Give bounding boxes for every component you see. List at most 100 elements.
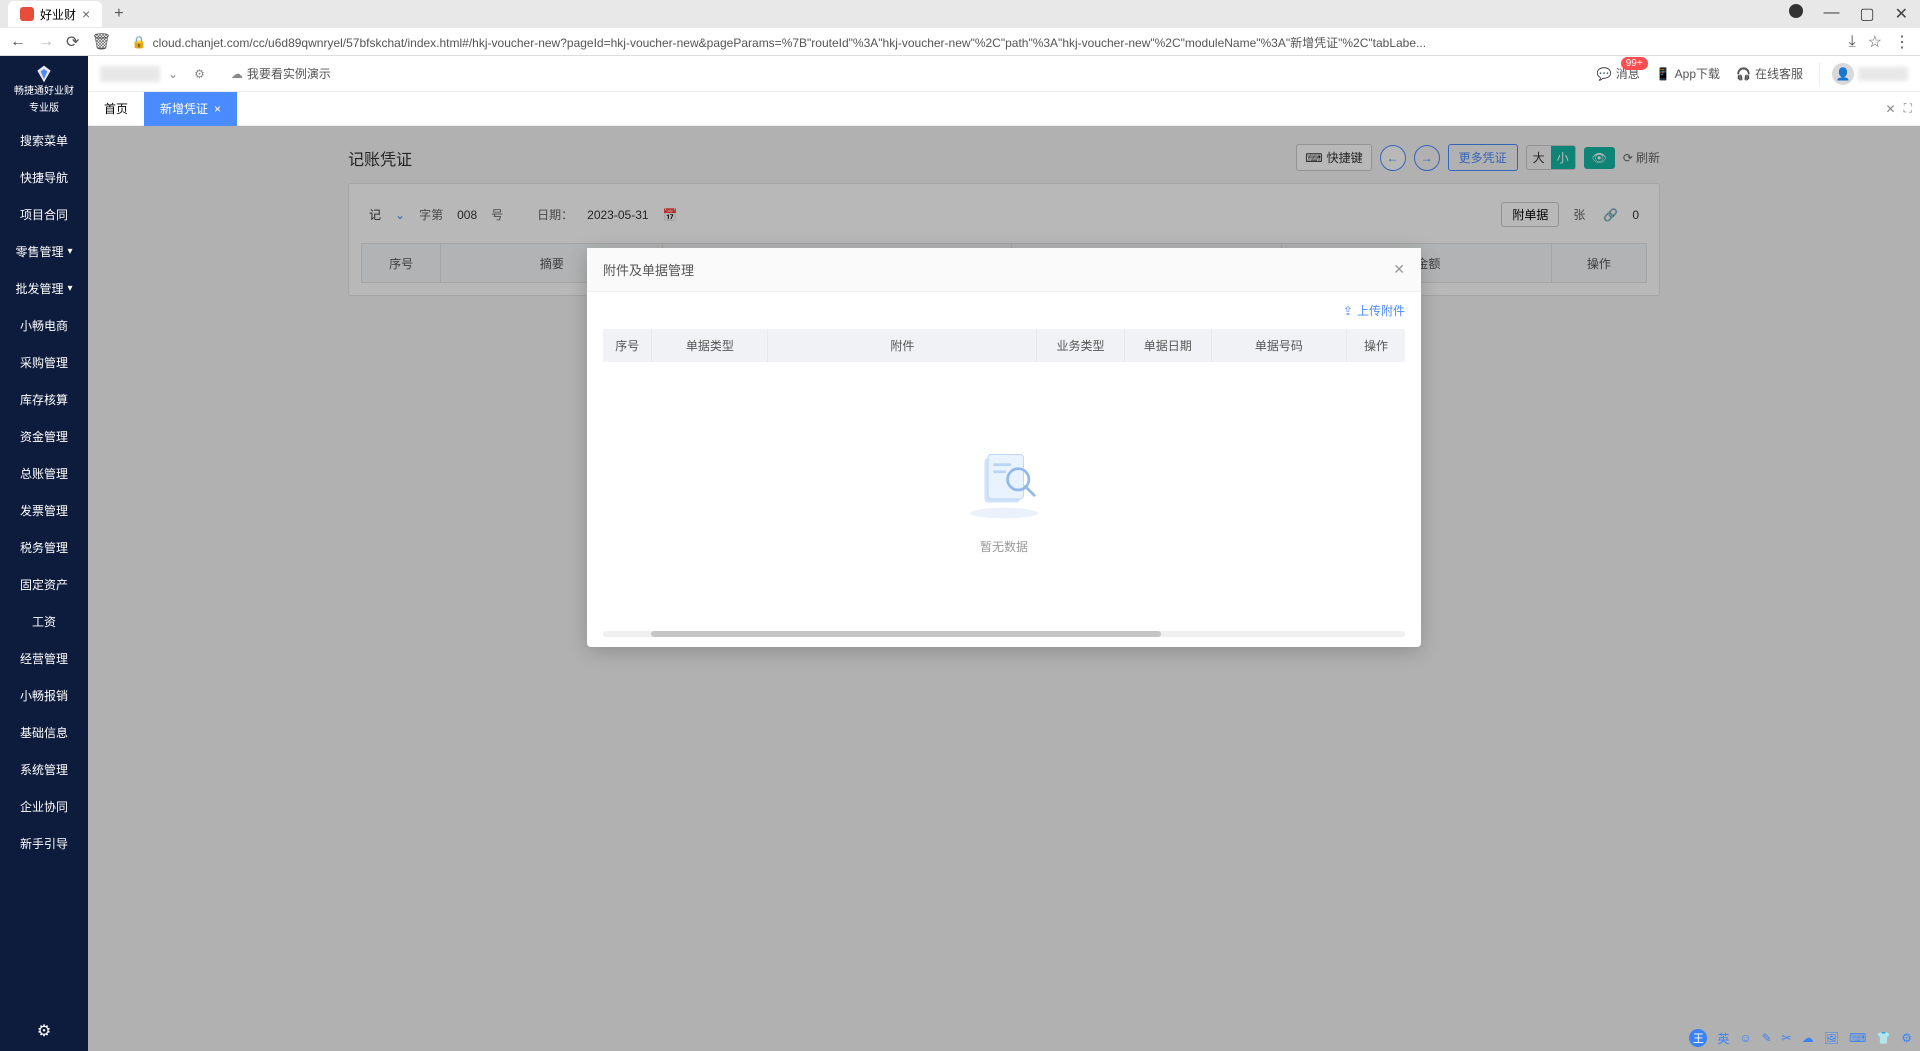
sidebar-item-label: 新手引导 — [20, 835, 68, 852]
scrollbar-thumb[interactable] — [651, 631, 1161, 637]
upload-attachment-button[interactable]: ⇪ 上传附件 — [1343, 302, 1405, 319]
gear-icon[interactable]: ⚙ — [37, 1023, 51, 1040]
ime-keyboard-icon[interactable]: ⌨ — [1849, 1031, 1866, 1045]
message-icon: 💬 — [1597, 67, 1612, 81]
sidebar-item-label: 税务管理 — [20, 539, 68, 556]
sidebar-item-label: 库存核算 — [20, 391, 68, 408]
mcol-attachment: 附件 — [768, 329, 1037, 362]
browser-tab-bar: 好业财 × + — ▢ ✕ — [0, 0, 1920, 28]
sidebar-item-inventory[interactable]: 库存核算 — [0, 381, 88, 418]
star-icon[interactable]: ☆ — [1868, 32, 1882, 52]
sidebar-item-ecommerce[interactable]: 小畅电商 — [0, 307, 88, 344]
sidebar-item-retail[interactable]: 零售管理 ▾ — [0, 233, 88, 270]
sidebar-item-wholesale[interactable]: 批发管理▾ — [0, 270, 88, 307]
tab-close-icon[interactable]: × — [214, 102, 221, 116]
reload-button[interactable]: ⟳ — [66, 32, 79, 52]
back-button[interactable]: ← — [10, 33, 26, 51]
ime-gear-icon[interactable]: ⚙ — [1901, 1031, 1912, 1045]
ime-image-icon[interactable]: 🖼 — [1824, 1031, 1839, 1045]
sidebar-item-label: 采购管理 — [20, 354, 68, 371]
ime-cloud-icon[interactable]: ☁ — [1802, 1031, 1814, 1045]
sidebar-item-funds[interactable]: 资金管理 — [0, 418, 88, 455]
phone-icon: 📱 — [1656, 67, 1671, 81]
sidebar-item-invoice[interactable]: 发票管理 — [0, 492, 88, 529]
sidebar-item-label: 固定资产 — [20, 576, 68, 593]
page-tabs: 首页 新增凭证 × ✕ ⛶ — [88, 92, 1920, 126]
browser-tab[interactable]: 好业财 × — [8, 1, 102, 27]
sidebar-logo: 畅捷通好业财 专业版 — [0, 56, 88, 122]
install-icon[interactable]: ⤓ — [1849, 33, 1856, 51]
gear-icon[interactable]: ⚙ — [194, 67, 205, 81]
sidebar-item-label: 经营管理 — [20, 650, 68, 667]
user-menu[interactable]: 👤 — [1819, 63, 1908, 85]
delete-icon[interactable]: 🗑 — [91, 32, 111, 52]
tab-close-icon[interactable]: × — [82, 6, 90, 22]
sidebar-item-label: 零售管理 — [15, 243, 63, 260]
ime-badge-icon[interactable]: 王 — [1689, 1029, 1707, 1047]
message-button[interactable]: 💬 消息 99+ — [1597, 65, 1640, 82]
sidebar-item-quicknav[interactable]: 快捷导航 — [0, 159, 88, 196]
sidebar-item-assets[interactable]: 固定资产 — [0, 566, 88, 603]
sidebar-item-guide[interactable]: 新手引导 — [0, 825, 88, 862]
ime-edit-icon[interactable]: ✎ — [1762, 1031, 1772, 1045]
sidebar-item-collab[interactable]: 企业协同 — [0, 788, 88, 825]
close-all-icon[interactable]: ✕ — [1886, 102, 1896, 116]
new-tab-button[interactable]: + — [114, 5, 123, 23]
modal-table-wrap: 序号 单据类型 附件 业务类型 单据日期 单据号码 操作 — [587, 329, 1421, 631]
close-icon[interactable]: ✕ — [1895, 4, 1908, 24]
maximize-icon[interactable]: ▢ — [1859, 4, 1874, 24]
empty-text: 暂无数据 — [603, 538, 1405, 555]
sidebar-item-label: 小畅电商 — [20, 317, 68, 334]
content-wrap: 记账凭证 ⌨ 快捷键 ← → 更多凭证 大 小 👁 — [88, 126, 1920, 1051]
message-badge: 99+ — [1621, 57, 1648, 70]
sidebar-item-label: 搜索菜单 — [20, 132, 68, 149]
sidebar-item-project[interactable]: 项目合同 — [0, 196, 88, 233]
sidebar-item-label: 项目合同 — [20, 206, 68, 223]
account-icon[interactable] — [1789, 4, 1803, 18]
modal-scrollbar[interactable] — [603, 631, 1405, 637]
demo-text: 我要看实例演示 — [247, 65, 331, 82]
empty-state: 暂无数据 — [603, 362, 1405, 615]
sidebar-item-purchase[interactable]: 采购管理 — [0, 344, 88, 381]
app-download-button[interactable]: 📱 App下载 — [1656, 65, 1720, 82]
topbar-right: 💬 消息 99+ 📱 App下载 🎧 在线客服 👤 — [1597, 63, 1908, 85]
url-text: cloud.chanjet.com/cc/u6d89qwnryel/57bfsk… — [153, 34, 1426, 51]
sidebar-item-search[interactable]: 搜索菜单 — [0, 122, 88, 159]
sidebar-item-ledger[interactable]: 总账管理 — [0, 455, 88, 492]
upload-icon: ⇪ — [1343, 304, 1353, 318]
user-name-redacted — [1858, 67, 1908, 81]
mcol-docno: 单据号码 — [1211, 329, 1346, 362]
ime-lang-toggle[interactable]: 英 — [1717, 1030, 1729, 1047]
tab-home[interactable]: 首页 — [88, 92, 144, 126]
org-selector[interactable]: ⌄ ⚙ — [100, 66, 205, 82]
expand-icon[interactable]: ⛶ — [1904, 101, 1912, 116]
forward-button[interactable]: → — [38, 33, 54, 51]
ime-scissors-icon[interactable]: ✂ — [1782, 1031, 1792, 1045]
menu-icon[interactable]: ⋮ — [1894, 32, 1910, 52]
mcol-action: 操作 — [1346, 329, 1405, 362]
url-field[interactable]: 🔒 cloud.chanjet.com/cc/u6d89qwnryel/57bf… — [124, 34, 1837, 51]
sidebar-item-basicinfo[interactable]: 基础信息 — [0, 714, 88, 751]
modal-close-button[interactable]: ✕ — [1393, 261, 1405, 278]
sidebar: 畅捷通好业财 专业版 搜索菜单 快捷导航 项目合同 零售管理 ▾ 批发管理▾ 小畅… — [0, 56, 88, 1051]
ime-emoji-icon[interactable]: ☺ — [1739, 1031, 1751, 1045]
window-controls: — ▢ ✕ — [1789, 4, 1920, 24]
modal-toolbar: ⇪ 上传附件 — [587, 292, 1421, 329]
chevron-down-icon: ▾ — [67, 246, 72, 257]
sidebar-item-operation[interactable]: 经营管理 — [0, 640, 88, 677]
tab-new-voucher[interactable]: 新增凭证 × — [144, 92, 237, 126]
sidebar-item-label: 工资 — [32, 613, 56, 630]
support-button[interactable]: 🎧 在线客服 — [1736, 65, 1803, 82]
sidebar-item-salary[interactable]: 工资 — [0, 603, 88, 640]
sidebar-item-label: 资金管理 — [20, 428, 68, 445]
sidebar-item-system[interactable]: 系统管理 — [0, 751, 88, 788]
sidebar-item-expense[interactable]: 小畅报销 — [0, 677, 88, 714]
logo-subtitle: 专业版 — [6, 99, 82, 114]
minimize-icon[interactable]: — — [1823, 4, 1839, 24]
demo-link[interactable]: ☁ 我要看实例演示 — [231, 65, 331, 82]
sidebar-item-tax[interactable]: 税务管理 — [0, 529, 88, 566]
logo-icon — [34, 64, 54, 84]
ime-shirt-icon[interactable]: 👕 — [1876, 1031, 1891, 1045]
chevron-down-icon: ▾ — [67, 283, 72, 294]
avatar: 👤 — [1832, 63, 1854, 85]
